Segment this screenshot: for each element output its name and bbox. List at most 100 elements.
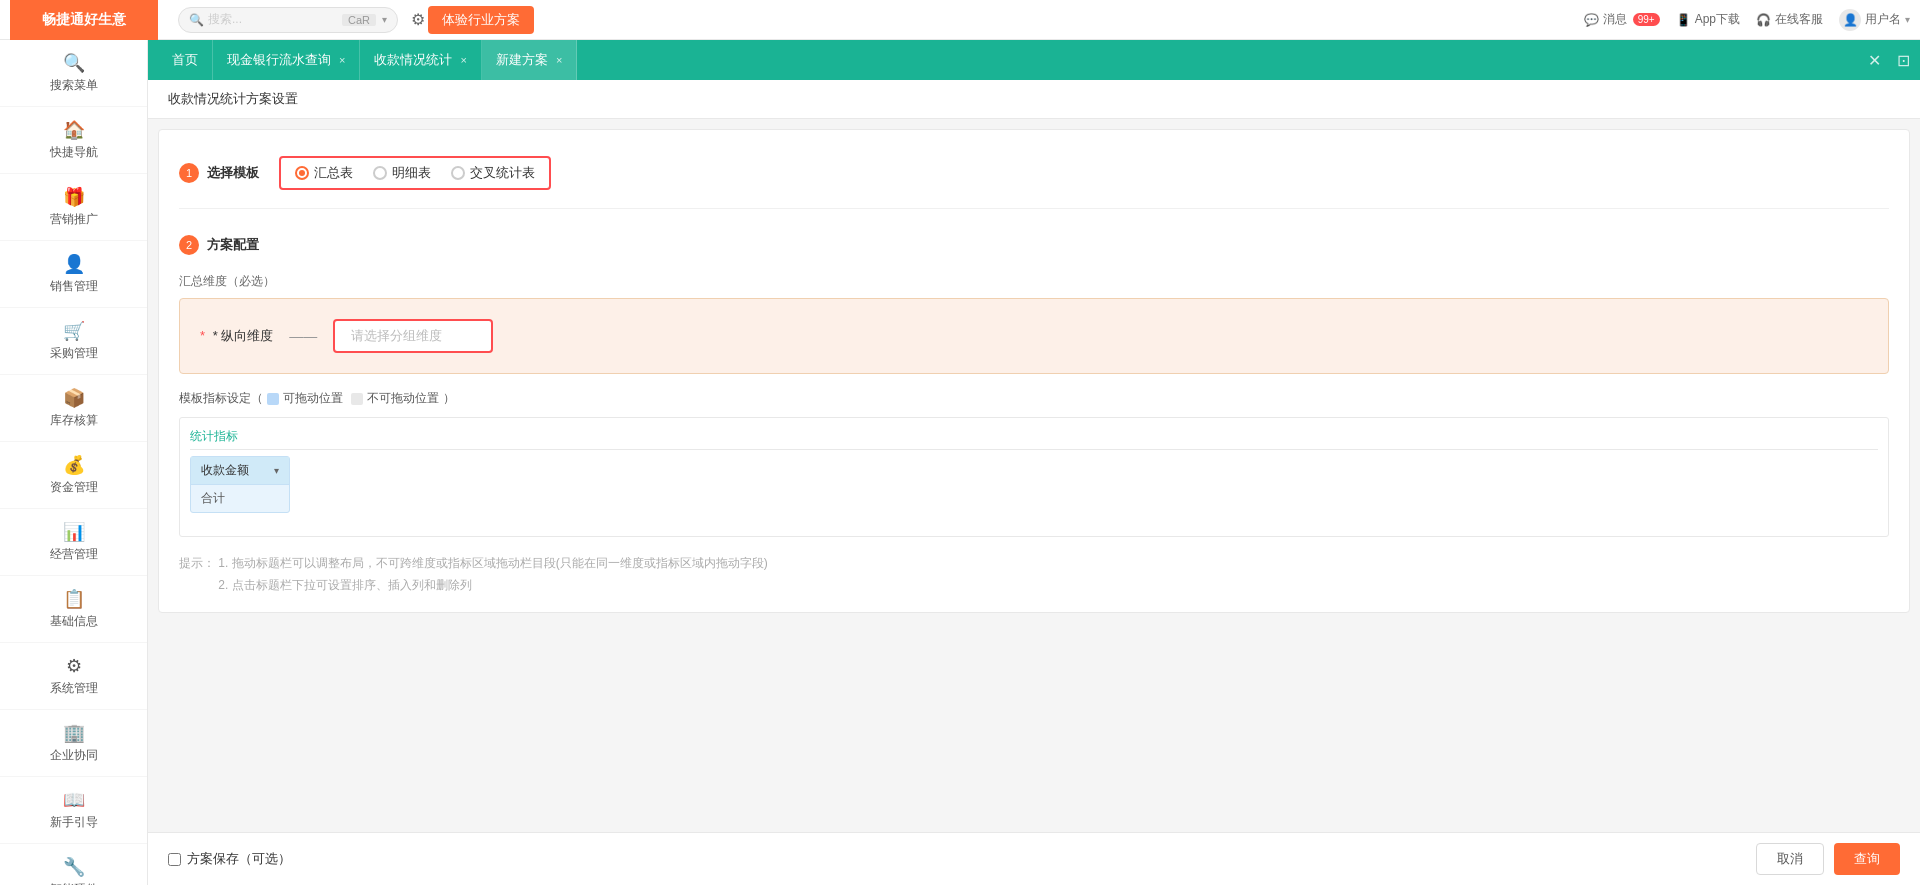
sidebar-icon-8: 📋: [63, 588, 85, 610]
main-section: 1 选择模板 汇总表 明细表 交: [158, 129, 1910, 613]
metric-card-body: 合计: [191, 485, 289, 512]
step1-title: 选择模板: [207, 164, 259, 182]
sidebar-item-4[interactable]: 🛒采购管理: [0, 308, 147, 375]
save-checkbox-input[interactable]: [168, 853, 181, 866]
metrics-section: 模板指标设定（ 可拖动位置 不可拖动位置 ） 统计指标: [179, 390, 1889, 537]
vertical-dimension-label: * * 纵向维度: [200, 327, 273, 345]
sidebar-icon-3: 👤: [63, 253, 85, 275]
bottom-bar: 方案保存（可选） 取消 查询: [148, 832, 1920, 885]
template-radio-group: 汇总表 明细表 交叉统计表: [279, 156, 551, 190]
dimension-row: * * 纵向维度 —— 请选择分组维度: [200, 319, 1868, 353]
sidebar-item-7[interactable]: 📊经营管理: [0, 509, 147, 576]
sidebar-item-10[interactable]: 🏢企业协同: [0, 710, 147, 777]
top-bar: 畅捷通好生意 🔍 搜索... CaR ▾ ⚙ 体验行业方案 💬 消息 99+ 📱…: [0, 0, 1920, 40]
radio-cross[interactable]: 交叉统计表: [451, 164, 535, 182]
save-option[interactable]: 方案保存（可选）: [168, 850, 291, 868]
dimension-arrow: ——: [289, 328, 317, 344]
cancel-button[interactable]: 取消: [1756, 843, 1824, 875]
close-window-icon[interactable]: ✕: [1868, 51, 1881, 70]
sidebar-icon-12: 🔧: [63, 856, 85, 878]
content-area: 首页 现金银行流水查询 × 收款情况统计 × 新建方案 × ✕ ⊡ 收款情况统计方案设置 1…: [148, 40, 1920, 885]
radio-summary[interactable]: 汇总表: [295, 164, 353, 182]
sidebar-icon-2: 🎁: [63, 186, 85, 208]
draggable-dot: [267, 393, 279, 405]
tab-item-0[interactable]: 首页: [158, 40, 213, 80]
user-dropdown-icon: ▾: [1905, 14, 1910, 25]
metric-card-payment: 收款金额 ▾ 合计: [190, 456, 290, 513]
sidebar-item-9[interactable]: ⚙系统管理: [0, 643, 147, 710]
sidebar-icon-1: 🏠: [63, 119, 85, 141]
sidebar-item-11[interactable]: 📖新手引导: [0, 777, 147, 844]
page-title: 收款情况统计方案设置: [168, 91, 298, 106]
query-button[interactable]: 查询: [1834, 843, 1900, 875]
radio-detail[interactable]: 明细表: [373, 164, 431, 182]
service-btn[interactable]: 🎧 在线客服: [1756, 11, 1823, 28]
tab-bar: 首页 现金银行流水查询 × 收款情况统计 × 新建方案 × ✕ ⊡: [148, 40, 1920, 80]
tab-close-2[interactable]: ×: [460, 54, 466, 66]
sidebar-icon-9: ⚙: [66, 655, 82, 677]
draggable-legend: 可拖动位置: [267, 390, 343, 407]
page-header: 收款情况统计方案设置: [148, 80, 1920, 119]
message-btn[interactable]: 💬 消息 99+: [1584, 11, 1660, 28]
radio-summary-circle: [295, 166, 309, 180]
user-btn[interactable]: 👤 用户名 ▾: [1839, 9, 1910, 31]
tip-line2: 提示： 2. 点击标题栏下拉可设置排序、插入列和删除列: [179, 575, 1889, 597]
tab-label-2: 收款情况统计: [374, 51, 452, 69]
sidebar-icon-0: 🔍: [63, 52, 85, 74]
tab-label-3: 新建方案: [496, 51, 548, 69]
tip-line1: 提示： 1. 拖动标题栏可以调整布局，不可跨维度或指标区域拖动栏目段(只能在同一…: [179, 553, 1889, 575]
app-logo: 畅捷通好生意: [10, 0, 158, 40]
page-content: 收款情况统计方案设置 1 选择模板 汇总表: [148, 80, 1920, 832]
dimension-area: * * 纵向维度 —— 请选择分组维度: [179, 298, 1889, 374]
step2-row: 2 方案配置: [179, 225, 1889, 265]
maximize-icon[interactable]: ⊡: [1897, 51, 1910, 70]
stats-label: 统计指标: [190, 428, 1878, 450]
search-dropdown-icon[interactable]: ▾: [382, 14, 387, 25]
sidebar-item-3[interactable]: 👤销售管理: [0, 241, 147, 308]
tab-label-1: 现金银行流水查询: [227, 51, 331, 69]
bottom-actions: 取消 查询: [1756, 843, 1900, 875]
download-btn[interactable]: 📱 App下载: [1676, 11, 1740, 28]
sidebar-item-1[interactable]: 🏠快捷导航: [0, 107, 147, 174]
sidebar-icon-6: 💰: [63, 454, 85, 476]
sidebar-icon-5: 📦: [63, 387, 85, 409]
metric-card-header[interactable]: 收款金额 ▾: [191, 457, 289, 485]
sidebar-icon-10: 🏢: [63, 722, 85, 744]
tab-close-1[interactable]: ×: [339, 54, 345, 66]
sidebar-icon-7: 📊: [63, 521, 85, 543]
radio-detail-circle: [373, 166, 387, 180]
sidebar-icon-11: 📖: [63, 789, 85, 811]
tab-label-0: 首页: [172, 51, 198, 69]
settings-icon[interactable]: ⚙: [408, 10, 428, 30]
tips-section: 提示： 1. 拖动标题栏可以调整布局，不可跨维度或指标区域拖动栏目段(只能在同一…: [179, 553, 1889, 596]
metrics-grid-container: 统计指标 收款金额 ▾ 合计: [179, 417, 1889, 537]
top-bar-actions: 💬 消息 99+ 📱 App下载 🎧 在线客服 👤 用户名 ▾: [1584, 9, 1910, 31]
sidebar-item-0[interactable]: 🔍搜索菜单: [0, 40, 147, 107]
step2-title: 方案配置: [207, 236, 259, 254]
tab-item-3[interactable]: 新建方案 ×: [482, 40, 577, 80]
metric-dropdown-icon[interactable]: ▾: [274, 465, 279, 476]
sidebar-item-12[interactable]: 🔧智能硬件: [0, 844, 147, 885]
sidebar-item-6[interactable]: 💰资金管理: [0, 442, 147, 509]
search-bar: 🔍 搜索... CaR ▾: [178, 7, 398, 33]
step1-badge: 1: [179, 163, 199, 183]
metrics-grid: 收款金额 ▾ 合计: [190, 456, 1878, 513]
tab-item-1[interactable]: 现金银行流水查询 ×: [213, 40, 360, 80]
industry-btn[interactable]: 体验行业方案: [428, 6, 534, 34]
sidebar-item-2[interactable]: 🎁营销推广: [0, 174, 147, 241]
tab-bar-right: ✕ ⊡: [1868, 51, 1910, 70]
tab-label: CaR: [342, 14, 376, 26]
main-layout: 🔍搜索菜单🏠快捷导航🎁营销推广👤销售管理🛒采购管理📦库存核算💰资金管理📊经营管理…: [0, 40, 1920, 885]
summary-dimension-label: 汇总维度（必选）: [179, 273, 1889, 290]
step2-badge: 2: [179, 235, 199, 255]
metrics-config-header: 模板指标设定（ 可拖动位置 不可拖动位置 ）: [179, 390, 1889, 407]
sidebar-item-5[interactable]: 📦库存核算: [0, 375, 147, 442]
step1-row: 1 选择模板 汇总表 明细表 交: [179, 146, 1889, 200]
tab-item-2[interactable]: 收款情况统计 ×: [360, 40, 481, 80]
radio-cross-circle: [451, 166, 465, 180]
tab-close-3[interactable]: ×: [556, 54, 562, 66]
sidebar-icon-4: 🛒: [63, 320, 85, 342]
sidebar-item-8[interactable]: 📋基础信息: [0, 576, 147, 643]
non-draggable-legend: 不可拖动位置: [351, 390, 439, 407]
dimension-select[interactable]: 请选择分组维度: [333, 319, 493, 353]
